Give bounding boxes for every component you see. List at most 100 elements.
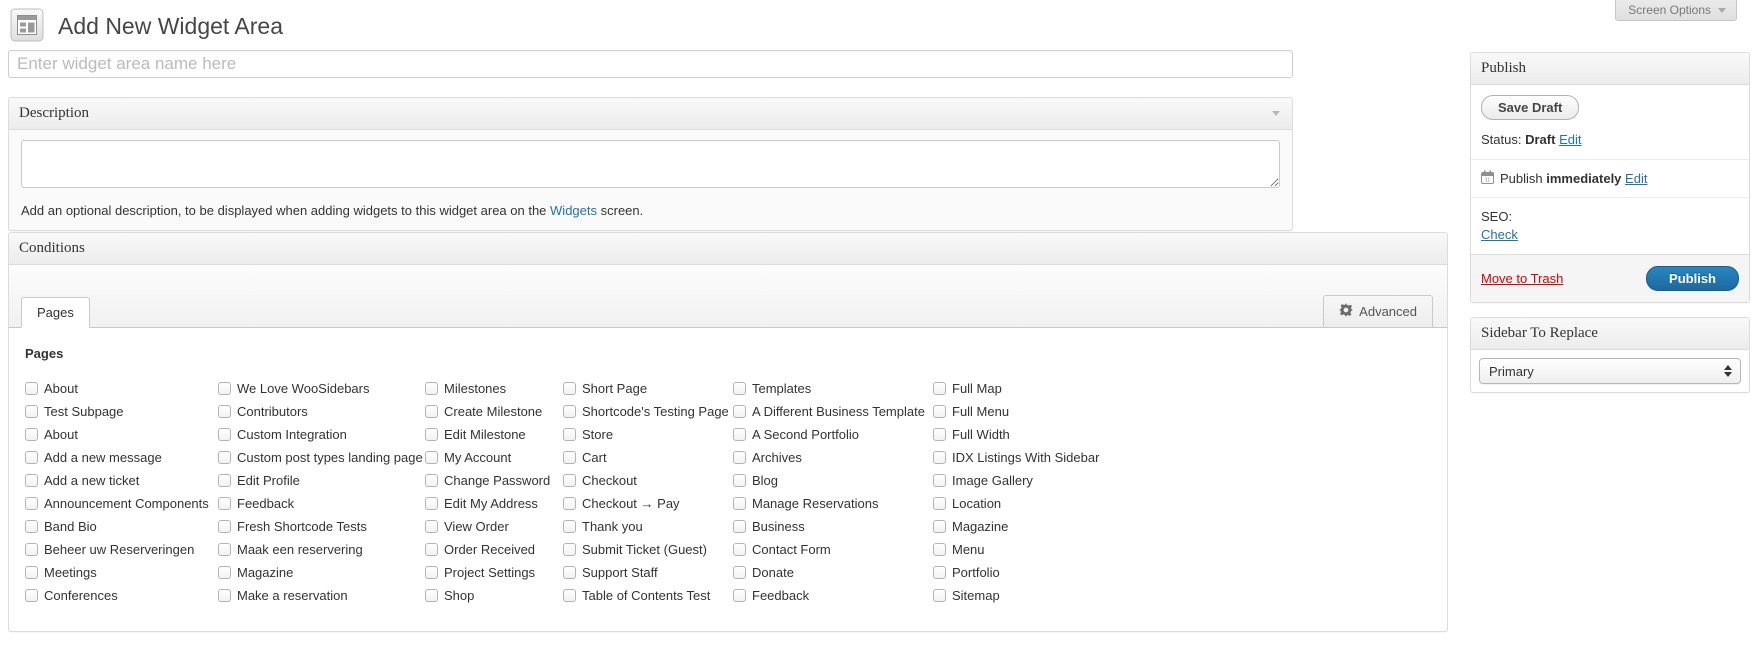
page-condition-checkbox[interactable]	[25, 451, 38, 464]
page-condition-checkbox[interactable]	[933, 451, 946, 464]
move-to-trash-link[interactable]: Move to Trash	[1481, 271, 1563, 286]
page-condition-checkbox[interactable]	[218, 451, 231, 464]
status-edit-link[interactable]: Edit	[1559, 132, 1581, 147]
page-condition-item[interactable]: Table of Contents Test	[563, 584, 733, 607]
page-condition-checkbox[interactable]	[425, 497, 438, 510]
page-condition-item[interactable]: Full Width	[933, 423, 1431, 446]
page-condition-checkbox[interactable]	[425, 382, 438, 395]
page-condition-item[interactable]: Support Staff	[563, 561, 733, 584]
page-condition-checkbox[interactable]	[733, 589, 746, 602]
page-condition-item[interactable]: Sitemap	[933, 584, 1431, 607]
widget-area-name-input[interactable]	[8, 50, 1293, 78]
page-condition-item[interactable]: Checkout → Pay	[563, 492, 733, 515]
page-condition-checkbox[interactable]	[218, 382, 231, 395]
page-condition-checkbox[interactable]	[733, 451, 746, 464]
publish-button[interactable]: Publish	[1646, 266, 1739, 291]
page-condition-item[interactable]: Feedback	[733, 584, 933, 607]
page-condition-item[interactable]: Announcement Components	[25, 492, 218, 515]
page-condition-item[interactable]: Submit Ticket (Guest)	[563, 538, 733, 561]
page-condition-checkbox[interactable]	[25, 497, 38, 510]
tab-advanced[interactable]: Advanced	[1323, 295, 1433, 327]
page-condition-checkbox[interactable]	[563, 497, 576, 510]
page-condition-item[interactable]: Portfolio	[933, 561, 1431, 584]
page-condition-item[interactable]: Manage Reservations	[733, 492, 933, 515]
page-condition-item[interactable]: Beheer uw Reserveringen	[25, 538, 218, 561]
page-condition-item[interactable]: Feedback	[218, 492, 425, 515]
page-condition-checkbox[interactable]	[563, 405, 576, 418]
page-condition-checkbox[interactable]	[425, 589, 438, 602]
page-condition-checkbox[interactable]	[563, 451, 576, 464]
page-condition-item[interactable]: Add a new ticket	[25, 469, 218, 492]
page-condition-checkbox[interactable]	[425, 428, 438, 441]
page-condition-item[interactable]: Fresh Shortcode Tests	[218, 515, 425, 538]
page-condition-item[interactable]: Cart	[563, 446, 733, 469]
page-condition-checkbox[interactable]	[933, 497, 946, 510]
page-condition-item[interactable]: Short Page	[563, 377, 733, 400]
page-condition-checkbox[interactable]	[733, 382, 746, 395]
page-condition-item[interactable]: View Order	[425, 515, 563, 538]
page-condition-item[interactable]: Shortcode's Testing Page	[563, 400, 733, 423]
tab-pages[interactable]: Pages	[21, 297, 90, 328]
page-condition-checkbox[interactable]	[933, 382, 946, 395]
page-condition-item[interactable]: Shop	[425, 584, 563, 607]
page-condition-item[interactable]: Magazine	[933, 515, 1431, 538]
page-condition-checkbox[interactable]	[218, 428, 231, 441]
widgets-screen-link[interactable]: Widgets	[550, 203, 597, 218]
page-condition-item[interactable]: Project Settings	[425, 561, 563, 584]
page-condition-checkbox[interactable]	[563, 382, 576, 395]
page-condition-item[interactable]: Store	[563, 423, 733, 446]
page-condition-item[interactable]: Archives	[733, 446, 933, 469]
page-condition-item[interactable]: Full Menu	[933, 400, 1431, 423]
page-condition-item[interactable]: Donate	[733, 561, 933, 584]
description-textarea[interactable]	[21, 140, 1280, 188]
page-condition-checkbox[interactable]	[733, 474, 746, 487]
page-condition-checkbox[interactable]	[933, 474, 946, 487]
page-condition-item[interactable]: Magazine	[218, 561, 425, 584]
page-condition-checkbox[interactable]	[25, 566, 38, 579]
metabox-toggle-icon[interactable]	[1272, 111, 1280, 116]
page-condition-checkbox[interactable]	[563, 589, 576, 602]
page-condition-checkbox[interactable]	[933, 589, 946, 602]
page-condition-checkbox[interactable]	[933, 428, 946, 441]
page-condition-checkbox[interactable]	[563, 520, 576, 533]
page-condition-item[interactable]: Contributors	[218, 400, 425, 423]
page-condition-checkbox[interactable]	[25, 382, 38, 395]
page-condition-checkbox[interactable]	[733, 497, 746, 510]
seo-check-link[interactable]: Check	[1481, 227, 1518, 242]
page-condition-checkbox[interactable]	[733, 520, 746, 533]
page-condition-item[interactable]: Contact Form	[733, 538, 933, 561]
page-condition-item[interactable]: Edit Milestone	[425, 423, 563, 446]
page-condition-item[interactable]: Meetings	[25, 561, 218, 584]
page-condition-checkbox[interactable]	[425, 566, 438, 579]
page-condition-item[interactable]: About	[25, 423, 218, 446]
page-condition-item[interactable]: Change Password	[425, 469, 563, 492]
page-condition-checkbox[interactable]	[733, 566, 746, 579]
page-condition-item[interactable]: Maak een reservering	[218, 538, 425, 561]
page-condition-item[interactable]: Image Gallery	[933, 469, 1431, 492]
page-condition-item[interactable]: Location	[933, 492, 1431, 515]
page-condition-item[interactable]: Templates	[733, 377, 933, 400]
page-condition-checkbox[interactable]	[733, 428, 746, 441]
page-condition-checkbox[interactable]	[218, 474, 231, 487]
page-condition-item[interactable]: My Account	[425, 446, 563, 469]
page-condition-item[interactable]: Add a new message	[25, 446, 218, 469]
screen-options-button[interactable]: Screen Options	[1615, 0, 1737, 21]
page-condition-item[interactable]: A Second Portfolio	[733, 423, 933, 446]
page-condition-checkbox[interactable]	[933, 543, 946, 556]
page-condition-item[interactable]: IDX Listings With Sidebar	[933, 446, 1431, 469]
description-metabox-header[interactable]: Description	[9, 98, 1292, 130]
page-condition-item[interactable]: Custom Integration	[218, 423, 425, 446]
page-condition-checkbox[interactable]	[425, 474, 438, 487]
conditions-metabox-header[interactable]: Conditions	[9, 233, 1447, 265]
page-condition-checkbox[interactable]	[733, 405, 746, 418]
page-condition-item[interactable]: Full Map	[933, 377, 1431, 400]
page-condition-checkbox[interactable]	[933, 566, 946, 579]
page-condition-checkbox[interactable]	[25, 589, 38, 602]
page-condition-item[interactable]: Checkout	[563, 469, 733, 492]
page-condition-checkbox[interactable]	[218, 405, 231, 418]
timing-edit-link[interactable]: Edit	[1625, 171, 1647, 186]
page-condition-checkbox[interactable]	[218, 543, 231, 556]
page-condition-checkbox[interactable]	[563, 566, 576, 579]
page-condition-checkbox[interactable]	[25, 474, 38, 487]
page-condition-checkbox[interactable]	[218, 497, 231, 510]
